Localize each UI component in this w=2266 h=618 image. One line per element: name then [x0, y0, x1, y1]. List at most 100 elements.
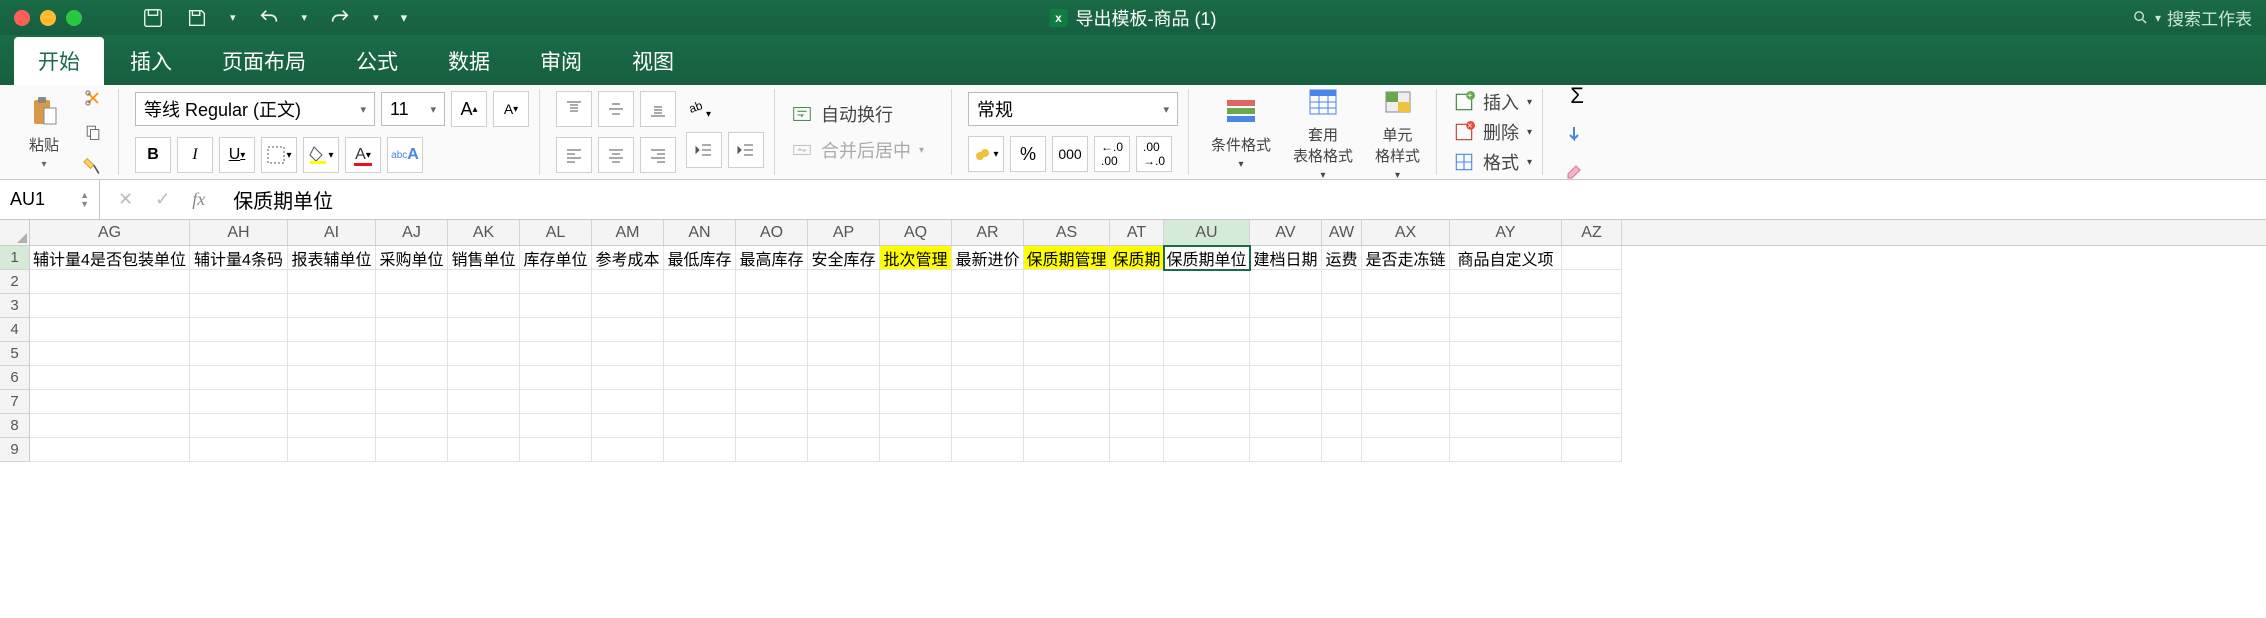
qat-customize-icon[interactable]: ▾ — [401, 10, 408, 26]
cell-AM1[interactable]: 参考成本 — [592, 246, 664, 270]
cell-AH1[interactable]: 辅计量4条码 — [190, 246, 288, 270]
cell-AO7[interactable] — [736, 390, 808, 414]
cell-AH9[interactable] — [190, 438, 288, 462]
cell-AP1[interactable]: 安全库存 — [808, 246, 880, 270]
cell-AT7[interactable] — [1110, 390, 1164, 414]
column-header-AT[interactable]: AT — [1110, 220, 1164, 245]
column-header-AQ[interactable]: AQ — [880, 220, 952, 245]
save-icon[interactable] — [186, 7, 208, 29]
cell-AU2[interactable] — [1164, 270, 1250, 294]
increase-font-button[interactable]: A▴ — [451, 91, 487, 127]
cell-AN7[interactable] — [664, 390, 736, 414]
cut-button[interactable] — [78, 85, 108, 111]
cell-AK8[interactable] — [448, 414, 520, 438]
cell-AZ6[interactable] — [1562, 366, 1622, 390]
cell-AQ1[interactable]: 批次管理 — [880, 246, 952, 270]
fx-icon[interactable]: fx — [192, 189, 205, 210]
cell-AW4[interactable] — [1322, 318, 1362, 342]
cell-AK6[interactable] — [448, 366, 520, 390]
bold-button[interactable]: B — [135, 137, 171, 173]
row-header-1[interactable]: 1 — [0, 246, 30, 270]
cell-AQ3[interactable] — [880, 294, 952, 318]
cell-AJ1[interactable]: 采购单位 — [376, 246, 448, 270]
cell-AI1[interactable]: 报表辅单位 — [288, 246, 376, 270]
cell-AT8[interactable] — [1110, 414, 1164, 438]
cell-AT6[interactable] — [1110, 366, 1164, 390]
cell-AR6[interactable] — [952, 366, 1024, 390]
cell-AJ8[interactable] — [376, 414, 448, 438]
decrease-indent-button[interactable] — [686, 132, 722, 168]
cell-AK9[interactable] — [448, 438, 520, 462]
select-all-corner[interactable] — [0, 220, 30, 245]
cell-AI7[interactable] — [288, 390, 376, 414]
cell-AR9[interactable] — [952, 438, 1024, 462]
paste-button[interactable]: 粘贴 ▾ — [20, 90, 68, 174]
cell-AW8[interactable] — [1322, 414, 1362, 438]
search-sheet[interactable]: ▾ 搜索工作表 — [2132, 5, 2252, 30]
cell-AT2[interactable] — [1110, 270, 1164, 294]
cell-AL2[interactable] — [520, 270, 592, 294]
column-header-AJ[interactable]: AJ — [376, 220, 448, 245]
cell-AV8[interactable] — [1250, 414, 1322, 438]
cell-AG2[interactable] — [30, 270, 190, 294]
font-size-dropdown[interactable]: 11▾ — [381, 92, 445, 126]
cell-AY7[interactable] — [1450, 390, 1562, 414]
cell-AU1[interactable]: 保质期单位 — [1164, 246, 1250, 270]
cell-AH2[interactable] — [190, 270, 288, 294]
cell-AQ2[interactable] — [880, 270, 952, 294]
column-header-AY[interactable]: AY — [1450, 220, 1562, 245]
cell-AG1[interactable]: 辅计量4是否包装单位 — [30, 246, 190, 270]
cell-AO4[interactable] — [736, 318, 808, 342]
cell-AK4[interactable] — [448, 318, 520, 342]
align-top-button[interactable] — [556, 91, 592, 127]
underline-button[interactable]: U▾ — [219, 137, 255, 173]
cell-AI6[interactable] — [288, 366, 376, 390]
cell-AT4[interactable] — [1110, 318, 1164, 342]
cell-AY6[interactable] — [1450, 366, 1562, 390]
cell-AM5[interactable] — [592, 342, 664, 366]
tab-data[interactable]: 数据 — [424, 37, 514, 85]
cell-AN1[interactable]: 最低库存 — [664, 246, 736, 270]
cell-AZ5[interactable] — [1562, 342, 1622, 366]
cell-AG9[interactable] — [30, 438, 190, 462]
column-header-AZ[interactable]: AZ — [1562, 220, 1622, 245]
cell-AO1[interactable]: 最高库存 — [736, 246, 808, 270]
cell-AG6[interactable] — [30, 366, 190, 390]
column-header-AH[interactable]: AH — [190, 220, 288, 245]
cell-AU3[interactable] — [1164, 294, 1250, 318]
cell-AW2[interactable] — [1322, 270, 1362, 294]
cell-AH4[interactable] — [190, 318, 288, 342]
cell-AN5[interactable] — [664, 342, 736, 366]
cell-AL6[interactable] — [520, 366, 592, 390]
cell-AX4[interactable] — [1362, 318, 1450, 342]
cell-AJ5[interactable] — [376, 342, 448, 366]
column-header-AL[interactable]: AL — [520, 220, 592, 245]
row-header-2[interactable]: 2 — [0, 270, 30, 294]
cell-AI5[interactable] — [288, 342, 376, 366]
cell-AM3[interactable] — [592, 294, 664, 318]
enter-formula-icon[interactable]: ✓ — [155, 189, 170, 210]
cell-AL3[interactable] — [520, 294, 592, 318]
cell-AO2[interactable] — [736, 270, 808, 294]
autosum-button[interactable]: Σ — [1559, 81, 1595, 111]
align-middle-button[interactable] — [598, 91, 634, 127]
increase-decimal-button[interactable]: ←.0.00 — [1094, 136, 1130, 172]
column-header-AS[interactable]: AS — [1024, 220, 1110, 245]
number-format-dropdown[interactable]: 常规▾ — [968, 92, 1178, 126]
cell-AY5[interactable] — [1450, 342, 1562, 366]
column-header-AV[interactable]: AV — [1250, 220, 1322, 245]
cell-AR8[interactable] — [952, 414, 1024, 438]
phonetic-button[interactable]: abcA — [387, 137, 423, 173]
cell-AR3[interactable] — [952, 294, 1024, 318]
column-header-AG[interactable]: AG — [30, 220, 190, 245]
tab-home[interactable]: 开始 — [14, 37, 104, 85]
cell-AU7[interactable] — [1164, 390, 1250, 414]
cell-AS3[interactable] — [1024, 294, 1110, 318]
cell-AJ3[interactable] — [376, 294, 448, 318]
align-left-button[interactable] — [556, 137, 592, 173]
cell-AX2[interactable] — [1362, 270, 1450, 294]
cell-AL1[interactable]: 库存单位 — [520, 246, 592, 270]
cell-AX9[interactable] — [1362, 438, 1450, 462]
cell-AZ3[interactable] — [1562, 294, 1622, 318]
cell-AI3[interactable] — [288, 294, 376, 318]
